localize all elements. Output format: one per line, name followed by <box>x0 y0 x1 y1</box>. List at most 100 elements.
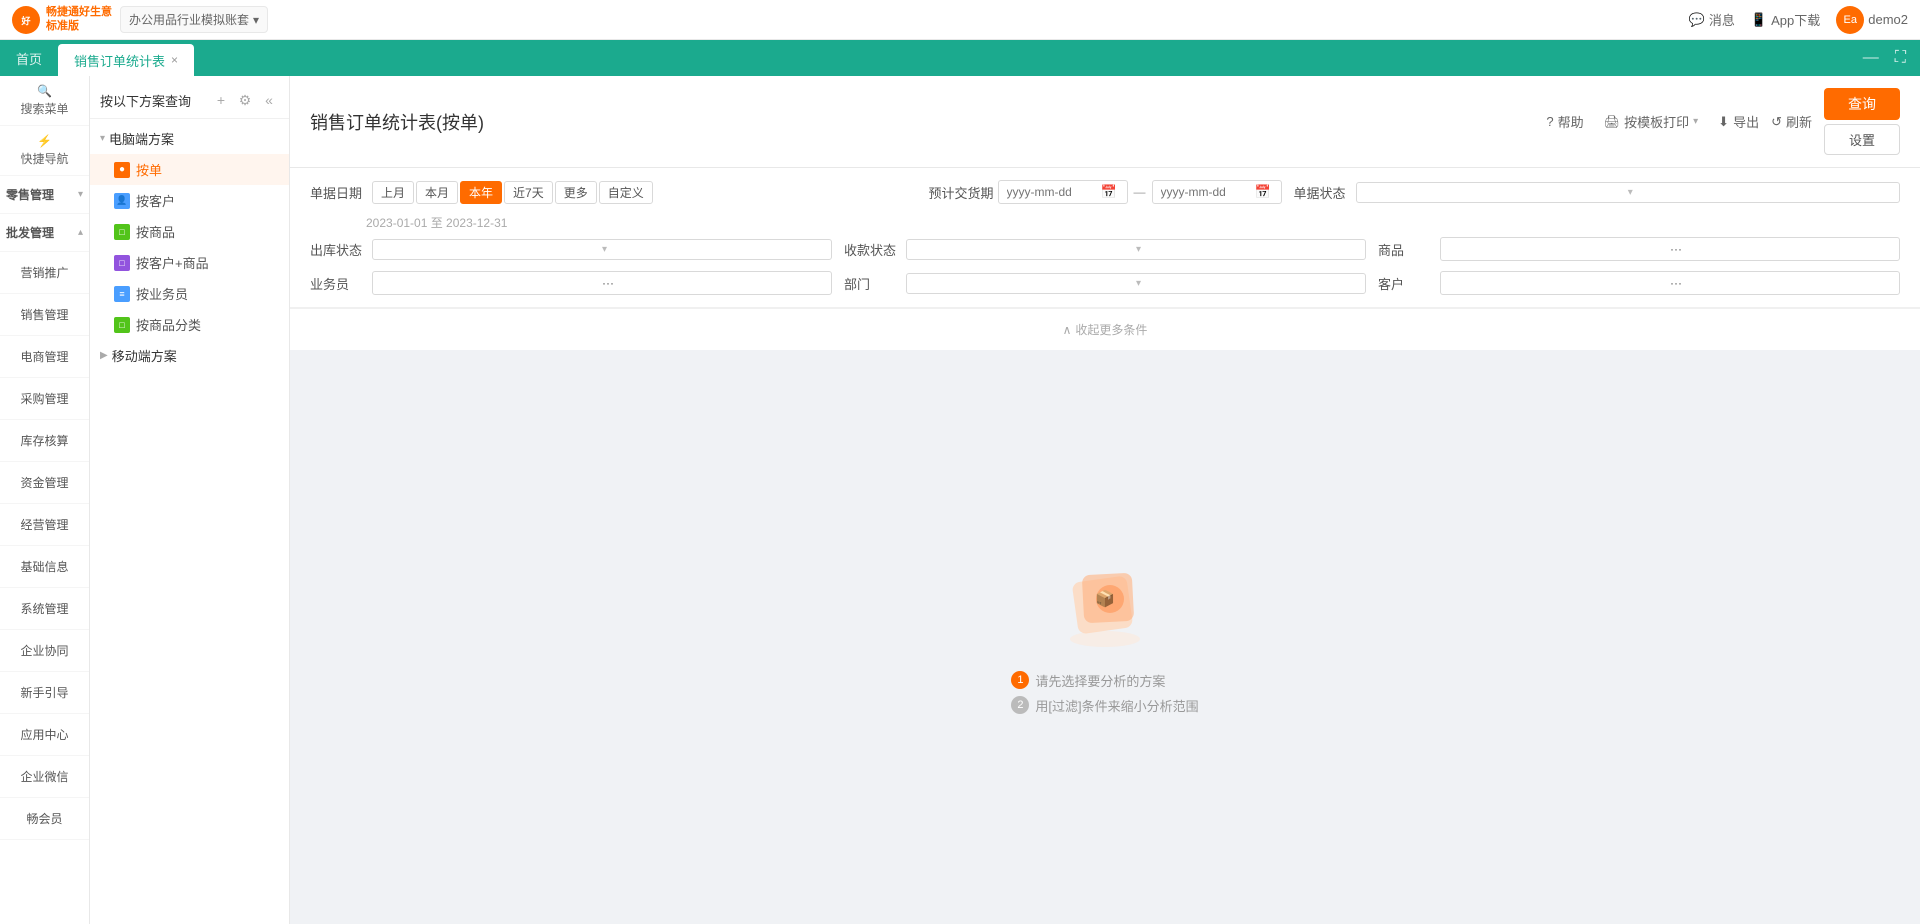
sidebar-item-basic[interactable]: 基础信息 <box>0 546 89 588</box>
sidebar: 🔍 搜索菜单 ⚡ 快捷导航 零售管理 ▾ 批发管理 ▴ 营销推广 销售管理 电商… <box>0 76 90 924</box>
chevron-down-icon: ▾ <box>602 244 823 255</box>
minimize-btn[interactable]: — <box>1857 45 1885 71</box>
message-btn[interactable]: 💬 消息 <box>1689 10 1735 29</box>
sidebar-item-sales[interactable]: 销售管理 <box>0 294 89 336</box>
sidebar-item-ecom[interactable]: 电商管理 <box>0 336 89 378</box>
collapse-section: ∧ 收起更多条件 <box>290 308 1920 350</box>
sidebar-item-finance[interactable]: 资金管理 <box>0 462 89 504</box>
mobile-scheme-group: ▶ 移动端方案 <box>90 340 289 371</box>
sidebar-item-system[interactable]: 系统管理 <box>0 588 89 630</box>
chevron-down-icon: ▾ <box>1693 116 1698 127</box>
date-btn-last-month[interactable]: 上月 <box>372 181 414 204</box>
query-button[interactable]: 查询 <box>1824 88 1900 120</box>
date-btn-more[interactable]: 更多 <box>555 181 597 204</box>
sidebar-item-member[interactable]: 畅会员 <box>0 798 89 840</box>
help-btn[interactable]: ? 帮助 <box>1546 112 1583 131</box>
tab-close-btn[interactable]: × <box>171 53 178 67</box>
customer-input[interactable]: ··· <box>1440 271 1900 295</box>
scheme-by-product[interactable]: □ 按商品 <box>90 216 289 247</box>
maximize-btn[interactable]: ⛶ <box>1889 45 1912 71</box>
tab-home[interactable]: 首页 <box>0 40 58 76</box>
tab-bar: 首页 销售订单统计表 × — ⛶ <box>0 40 1920 76</box>
scheme-icon: □ <box>114 224 130 240</box>
pc-group-label[interactable]: ▾ 电脑端方案 <box>90 123 289 154</box>
filter-row-3: 业务员 ··· 部门 ▾ 客户 <box>310 271 1900 295</box>
payment-label: 收款状态 <box>844 240 900 259</box>
sidebar-item-wechat[interactable]: 企业微信 <box>0 756 89 798</box>
tab-bar-actions: — ⛶ <box>1857 45 1920 71</box>
hint-num-2: 2 <box>1011 696 1029 714</box>
delivery-select[interactable]: ▾ <box>372 239 832 260</box>
chevron-down-icon: ▾ <box>100 133 105 144</box>
scheme-icon: □ <box>114 255 130 271</box>
set-button[interactable]: 设置 <box>1824 124 1900 155</box>
mobile-group-label[interactable]: ▶ 移动端方案 <box>90 340 289 371</box>
page-actions: ? 帮助 🖨 按模板打印 ▾ ⬇ 导出 ↺ 刷新 <box>1546 88 1900 167</box>
app-download-btn[interactable]: 📱 App下载 <box>1751 10 1820 29</box>
main-content: 📦 1 请先选择要分析的方案 2 用[过滤]条件来缩小分析范围 <box>290 350 1920 924</box>
expected-date-col: 预计交货期 📅 — 📅 <box>929 180 1282 204</box>
refresh-btn[interactable]: ↺ 刷新 <box>1771 112 1812 131</box>
expected-date-label: 预计交货期 <box>929 183 994 202</box>
product-col: 商品 ··· <box>1378 237 1900 261</box>
doc-status-select[interactable]: ▾ <box>1356 182 1901 203</box>
scheme-by-cust-prod[interactable]: □ 按客户+商品 <box>90 247 289 278</box>
salesman-col: 业务员 ··· <box>310 271 832 295</box>
scheme-by-customer[interactable]: 👤 按客户 <box>90 185 289 216</box>
more-icon[interactable]: ··· <box>602 276 823 290</box>
date-range-display: 2023-01-01 至 2023-12-31 <box>310 214 1900 237</box>
workspace-selector[interactable]: 办公用品行业模拟账套 ▾ <box>120 6 268 33</box>
sidebar-item-corp[interactable]: 企业协同 <box>0 630 89 672</box>
sidebar-item-operation[interactable]: 经营管理 <box>0 504 89 546</box>
chevron-down-icon: ▾ <box>78 189 83 200</box>
top-bar: 好 畅捷通好生意 标准版 办公用品行业模拟账套 ▾ 💬 消息 📱 App下载 E… <box>0 0 1920 40</box>
export-btn[interactable]: ⬇ 导出 <box>1718 112 1759 131</box>
customer-label: 客户 <box>1378 274 1434 293</box>
date-btn-7days[interactable]: 近7天 <box>504 181 553 204</box>
sidebar-item-stock[interactable]: 库存核算 <box>0 420 89 462</box>
calendar-icon: 📅 <box>1101 184 1117 200</box>
expected-date-from-input[interactable] <box>1007 185 1097 199</box>
settings-scheme-btn[interactable]: ⚙ <box>235 90 255 110</box>
top-bar-right: 💬 消息 📱 App下载 Ea demo2 <box>1689 6 1908 34</box>
hint-num-1: 1 <box>1011 671 1029 689</box>
collapse-bar[interactable]: ∧ 收起更多条件 <box>290 313 1920 346</box>
scheme-by-order[interactable]: ● 按单 <box>90 154 289 185</box>
product-label: 商品 <box>1378 240 1434 259</box>
product-input[interactable]: ··· <box>1440 237 1900 261</box>
sidebar-item-purchase[interactable]: 采购管理 <box>0 378 89 420</box>
payment-select[interactable]: ▾ <box>906 239 1366 260</box>
user-menu[interactable]: Ea demo2 <box>1836 6 1908 34</box>
scheme-icon: ≡ <box>114 286 130 302</box>
collapse-panel-btn[interactable]: « <box>259 90 279 110</box>
right-panel: 销售订单统计表(按单) ? 帮助 🖨 按模板打印 ▾ ⬇ 导出 <box>290 76 1920 924</box>
more-icon[interactable]: ··· <box>1670 276 1891 290</box>
expected-date-to-input[interactable] <box>1161 185 1251 199</box>
left-panel: 按以下方案查询 + ⚙ « ▾ 电脑端方案 ● 按单 👤 按客户 <box>90 76 290 924</box>
sidebar-search[interactable]: 🔍 搜索菜单 <box>0 76 89 126</box>
scheme-by-salesman[interactable]: ≡ 按业务员 <box>90 278 289 309</box>
sidebar-item-retail[interactable]: 零售管理 ▾ <box>0 176 89 214</box>
tab-sales-order-report[interactable]: 销售订单统计表 × <box>58 44 194 76</box>
template-print-btn[interactable]: 🖨 按模板打印 ▾ <box>1596 108 1707 135</box>
salesman-input[interactable]: ··· <box>372 271 832 295</box>
expected-date-to[interactable]: 📅 <box>1152 180 1282 204</box>
sidebar-item-wholesale[interactable]: 批发管理 ▴ <box>0 214 89 252</box>
sidebar-item-newbie[interactable]: 新手引导 <box>0 672 89 714</box>
dept-select[interactable]: ▾ <box>906 273 1366 294</box>
expected-date-from[interactable]: 📅 <box>998 180 1128 204</box>
avatar: Ea <box>1836 6 1864 34</box>
more-icon[interactable]: ··· <box>1670 242 1891 256</box>
mobile-icon: 📱 <box>1751 12 1767 28</box>
sidebar-item-apps[interactable]: 应用中心 <box>0 714 89 756</box>
print-icon: 🖨 <box>1604 114 1621 130</box>
date-btn-this-month[interactable]: 本月 <box>416 181 458 204</box>
add-scheme-btn[interactable]: + <box>211 90 231 110</box>
date-btn-custom[interactable]: 自定义 <box>599 181 653 204</box>
sidebar-nav[interactable]: ⚡ 快捷导航 <box>0 126 89 176</box>
sidebar-item-marketing[interactable]: 营销推广 <box>0 252 89 294</box>
search-icon: 🔍 <box>37 84 52 98</box>
scheme-by-category[interactable]: □ 按商品分类 <box>90 309 289 340</box>
filter-row-1: 单据日期 上月 本月 本年 近7天 更多 自定义 预计交货期 <box>310 180 1900 204</box>
date-btn-this-year[interactable]: 本年 <box>460 181 502 204</box>
